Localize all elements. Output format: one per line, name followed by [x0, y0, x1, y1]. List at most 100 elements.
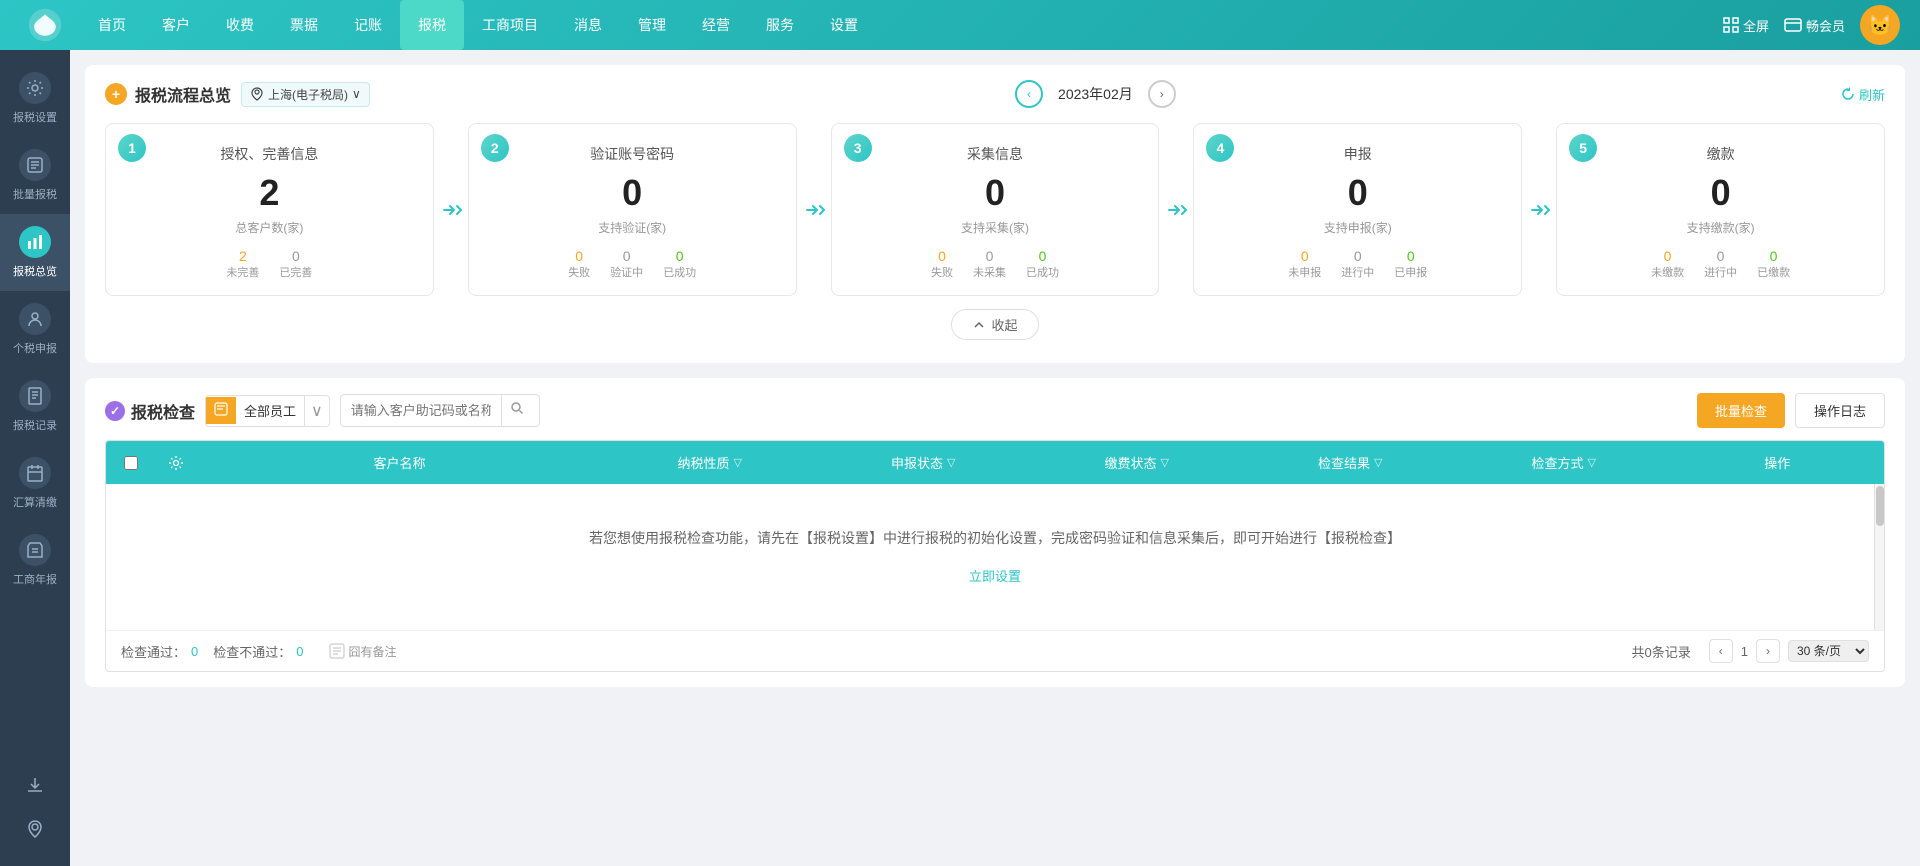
step-3-card: 3 采集信息 0 支持采集(家) 0 失败 0 未采集	[831, 123, 1160, 296]
arrow-2	[797, 123, 831, 296]
arrow-3	[1159, 123, 1193, 296]
page-size-select[interactable]: 30 条/页 50 条/页 100 条/页	[1788, 640, 1869, 662]
filter-icon-pay-status[interactable]: ▽	[1161, 456, 1169, 469]
sidebar-download[interactable]	[0, 763, 70, 807]
note-indicator: 囧有备注	[329, 643, 397, 660]
sidebar-item-batch-tax[interactable]: 批量报税	[0, 137, 70, 214]
operation-log-button[interactable]: 操作日志	[1795, 393, 1885, 428]
pass-count-link[interactable]: 0	[191, 644, 198, 659]
search-button[interactable]	[501, 395, 532, 426]
plus-icon: +	[105, 83, 127, 105]
sidebar-item-tax-record[interactable]: 报税记录	[0, 368, 70, 445]
top-navigation: 首页 客户 收费 票据 记账 报税 工商项目 消息 管理 经营 服务 设置 全屏…	[0, 0, 1920, 50]
step-2-count: 0	[484, 172, 781, 214]
step-3-number: 3	[844, 134, 872, 162]
nav-message[interactable]: 消息	[556, 0, 620, 50]
header-actions: 批量检查 操作日志	[1697, 393, 1885, 428]
fail-count-link[interactable]: 0	[296, 644, 303, 659]
prev-month-button[interactable]: ‹	[1015, 80, 1043, 108]
scrollbar-thumb[interactable]	[1876, 486, 1884, 526]
step-1-label: 总客户数(家)	[121, 219, 418, 236]
th-check-result: 检查结果 ▽	[1244, 441, 1458, 484]
staff-chevron-icon: ∨	[304, 396, 329, 426]
step-2-card: 2 验证账号密码 0 支持验证(家) 0 失败 0 验证中	[468, 123, 797, 296]
sidebar-item-tax-settings[interactable]: 报税设置	[0, 60, 70, 137]
sidebar-item-annual[interactable]: 汇算清缴	[0, 445, 70, 522]
pagination: 共0条记录 ‹ 1 › 30 条/页 50 条/页 100 条/页	[1632, 639, 1869, 663]
nav-service[interactable]: 服务	[748, 0, 812, 50]
overview-icon	[19, 226, 51, 258]
step-2-stat-0: 0 失败	[568, 248, 590, 280]
main-layout: 报税设置 批量报税 报税总览 个税申报 报税记录	[0, 50, 1920, 866]
nav-customer[interactable]: 客户	[144, 0, 208, 50]
refresh-button[interactable]: 刷新	[1841, 85, 1885, 104]
step-5-card: 5 缴款 0 支持缴款(家) 0 未缴款 0 进行中	[1556, 123, 1885, 296]
staff-icon	[206, 397, 236, 424]
check-icon: ✓	[105, 401, 125, 421]
nav-manage[interactable]: 管理	[620, 0, 684, 50]
sidebar-item-personal-tax[interactable]: 个税申报	[0, 291, 70, 368]
th-tax-type: 纳税性质 ▽	[603, 441, 817, 484]
sidebar-location[interactable]	[0, 807, 70, 851]
prev-page-button[interactable]: ‹	[1709, 639, 1733, 663]
next-month-button[interactable]: ›	[1148, 80, 1176, 108]
select-all-checkbox[interactable]	[124, 456, 138, 470]
step-2-stat-2: 0 已成功	[663, 248, 696, 280]
member-button[interactable]: 畅会员	[1784, 16, 1845, 35]
location-selector[interactable]: 上海(电子税局) ∨	[241, 82, 370, 107]
search-input[interactable]	[341, 397, 501, 424]
th-gear[interactable]	[156, 441, 196, 484]
staff-selector[interactable]: 全部员工 ∨	[205, 395, 330, 427]
step-5-stats: 0 未缴款 0 进行中 0 已缴款	[1572, 248, 1869, 280]
filter-icon-check-method[interactable]: ▽	[1588, 456, 1596, 469]
tax-settings-icon	[19, 72, 51, 104]
collapse-button[interactable]: 收起	[951, 309, 1038, 340]
table-body: 若您想使用报税检查功能，请先在【报税设置】中进行报税的初始化设置，完成密码验证和…	[106, 484, 1884, 630]
search-box	[340, 394, 540, 427]
batch-check-button[interactable]: 批量检查	[1697, 393, 1785, 428]
th-check-method: 检查方式 ▽	[1457, 441, 1671, 484]
step-1-stat-1: 0 已完善	[279, 248, 312, 280]
check-section: ✓ 报税检查 全部员工 ∨ 批量检查	[85, 378, 1905, 687]
nav-fee[interactable]: 收费	[208, 0, 272, 50]
filter-icon-report-status[interactable]: ▽	[947, 456, 955, 469]
table-header: 客户名称 纳税性质 ▽ 申报状态 ▽ 缴费状态 ▽ 检查	[106, 441, 1884, 484]
nav-accounting[interactable]: 记账	[336, 0, 400, 50]
nav-biz[interactable]: 工商项目	[464, 0, 556, 50]
annual-report-icon	[19, 534, 51, 566]
step-5-number: 5	[1569, 134, 1597, 162]
step-3-stat-2: 0 已成功	[1026, 248, 1059, 280]
step-1-number: 1	[118, 134, 146, 162]
fail-count: 检查不通过： 0	[213, 642, 303, 661]
sidebar: 报税设置 批量报税 报税总览 个税申报 报税记录	[0, 50, 70, 866]
sidebar-item-overview[interactable]: 报税总览	[0, 214, 70, 291]
tax-record-icon	[19, 380, 51, 412]
step-4-title: 申报	[1209, 144, 1506, 164]
step-5-stat-0: 0 未缴款	[1651, 248, 1684, 280]
step-2-stat-1: 0 验证中	[610, 248, 643, 280]
arrow-4	[1522, 123, 1556, 296]
th-report-status: 申报状态 ▽	[817, 441, 1031, 484]
personal-tax-icon	[19, 303, 51, 335]
nav-invoice[interactable]: 票据	[272, 0, 336, 50]
step-4-count: 0	[1209, 172, 1506, 214]
next-page-button[interactable]: ›	[1756, 639, 1780, 663]
step-4-label: 支持申报(家)	[1209, 219, 1506, 236]
th-checkbox[interactable]	[106, 441, 156, 484]
filter-icon-check-result[interactable]: ▽	[1374, 456, 1382, 469]
nav-settings[interactable]: 设置	[812, 0, 876, 50]
step-4-card: 4 申报 0 支持申报(家) 0 未申报 0 进行中	[1193, 123, 1522, 296]
fullscreen-button[interactable]: 全屏	[1723, 16, 1769, 35]
filter-icon-tax-type[interactable]: ▽	[734, 456, 742, 469]
step-4-stat-0: 0 未申报	[1288, 248, 1321, 280]
chevron-down-icon: ∨	[352, 87, 361, 101]
setup-link[interactable]: 立即设置	[969, 569, 1021, 584]
batch-tax-icon	[19, 149, 51, 181]
arrow-1	[434, 123, 468, 296]
sidebar-item-annual-report[interactable]: 工商年报	[0, 522, 70, 599]
nav-operation[interactable]: 经营	[684, 0, 748, 50]
nav-tax[interactable]: 报税	[400, 0, 464, 50]
step-5-title: 缴款	[1572, 144, 1869, 164]
nav-home[interactable]: 首页	[80, 0, 144, 50]
nav-items: 首页 客户 收费 票据 记账 报税 工商项目 消息 管理 经营 服务 设置	[80, 0, 1723, 50]
